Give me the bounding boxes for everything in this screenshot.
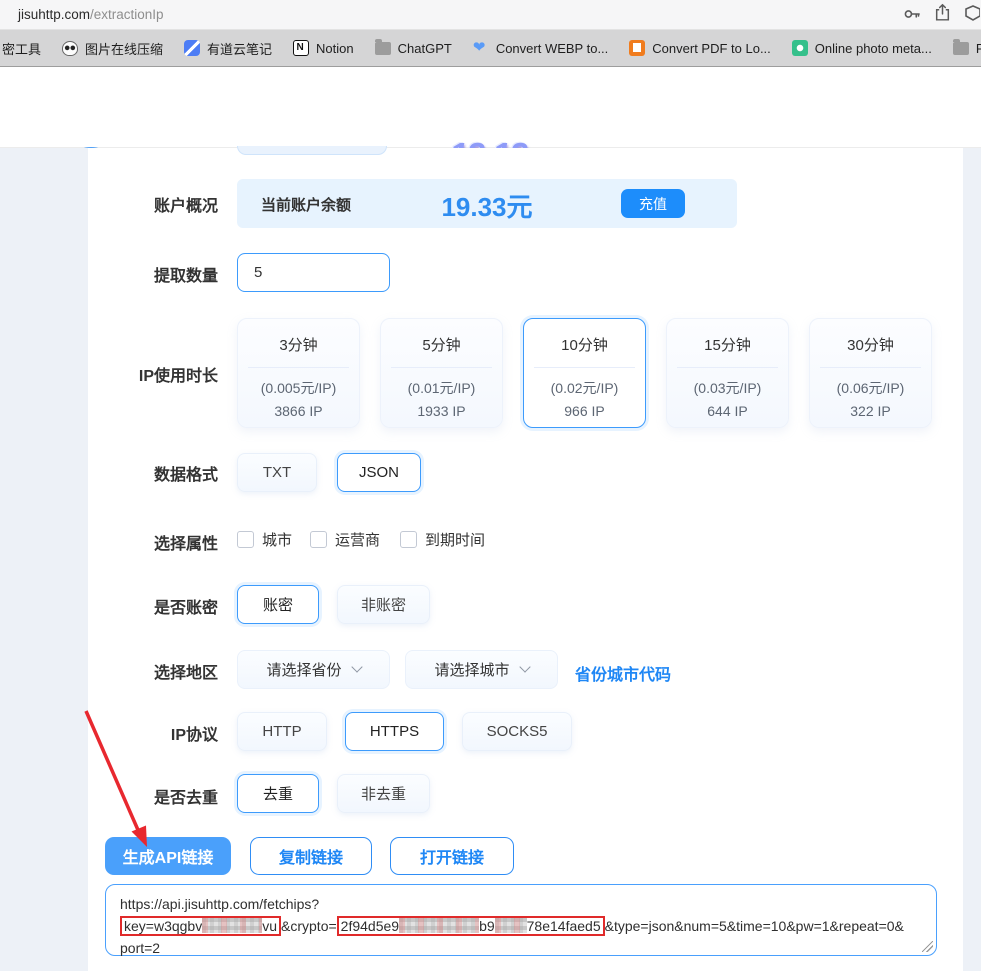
province-city-code-link[interactable]: 省份城市代码	[575, 661, 671, 685]
redacted-key-highlight: key=w3qgbv vu	[120, 916, 282, 936]
protocol-chip-http[interactable]: HTTP	[237, 712, 327, 751]
folder-icon	[374, 38, 391, 55]
duration-card-3min[interactable]: 3分钟 (0.005元/IP) 3866 IP	[237, 318, 360, 428]
protocol-chip-https-selected[interactable]: HTTPS	[345, 712, 444, 751]
clipped-field-above	[237, 146, 387, 155]
resize-handle-icon[interactable]	[922, 941, 933, 952]
balance-panel: 当前账户余额 19.33元 充值	[237, 179, 737, 228]
label-dedupe: 是否去重	[153, 790, 218, 807]
url-path: /extractionIp	[90, 7, 164, 22]
notion-icon	[293, 40, 310, 56]
chevron-down-icon	[518, 661, 531, 673]
checkbox-icon	[237, 531, 254, 548]
label-attributes: 选择属性	[153, 536, 218, 553]
label-auth-mode: 是否账密	[153, 600, 218, 617]
label-region: 选择地区	[153, 665, 218, 682]
province-select[interactable]: 请选择省份	[237, 650, 390, 689]
format-chip-txt[interactable]: TXT	[237, 453, 317, 492]
bookmark-item[interactable]: 图片在线压缩	[62, 39, 163, 58]
bookmark-item[interactable]: Notion	[293, 40, 354, 56]
share-icon[interactable]	[935, 3, 950, 27]
api-url-line1: https://api.jisuhttp.com/fetchips?	[120, 896, 320, 912]
extension-icon[interactable]	[964, 4, 981, 26]
recharge-button[interactable]: 充值	[621, 189, 685, 218]
dedupe-chip-no[interactable]: 非去重	[337, 774, 430, 813]
api-url-line2: key=w3qgbv vu &crypto= 2f94d5e9 b9 78e14faed5…	[120, 915, 922, 937]
url-domain: jisuhttp.com	[18, 7, 91, 22]
bookmark-item[interactable]: Convert PDF to Lo...	[629, 40, 771, 56]
duration-card-10min-selected[interactable]: 10分钟 (0.02元/IP) 966 IP	[523, 318, 646, 428]
chevron-down-icon	[350, 661, 363, 673]
label-duration: IP使用时长	[138, 368, 218, 385]
duration-card-30min[interactable]: 30分钟 (0.06元/IP) 322 IP	[809, 318, 932, 428]
pdf-doc-icon	[629, 40, 646, 56]
auth-chip-no-credential[interactable]: 非账密	[337, 585, 430, 624]
site-header: 极速HTTP Extreme speed 首页 IP提取 帮助中心 企业服务 推…	[0, 67, 981, 207]
api-url-textarea[interactable]: https://api.jisuhttp.com/fetchips? key=w…	[105, 884, 937, 956]
duration-card-15min[interactable]: 15分钟 (0.03元/IP) 644 IP	[666, 318, 789, 428]
pixelated-redaction	[494, 918, 527, 933]
auth-chip-credential-selected[interactable]: 账密	[237, 585, 319, 624]
bookmark-item[interactable]: Convert WEBP to...	[473, 38, 608, 56]
heart-icon	[473, 38, 489, 56]
label-protocol: IP协议	[170, 727, 218, 744]
dedupe-chip-yes-selected[interactable]: 去重	[237, 774, 319, 813]
checkbox-city[interactable]: 城市	[237, 529, 292, 550]
copy-link-button[interactable]: 复制链接	[250, 837, 372, 875]
protocol-chip-socks5[interactable]: SOCKS5	[462, 712, 572, 751]
pixelated-redaction	[202, 918, 263, 933]
pixelated-redaction	[399, 918, 480, 933]
bookmark-item[interactable]: 密工具	[2, 39, 41, 58]
format-chip-json-selected[interactable]: JSON	[337, 453, 421, 492]
label-data-format: 数据格式	[153, 467, 218, 484]
label-account-overview: 账户概况	[153, 198, 218, 215]
browser-toolbar: jisuhttp.com/extractionIp	[0, 0, 981, 30]
redacted-crypto-highlight: 2f94d5e9 b9 78e14faed5	[336, 916, 605, 936]
panda-icon	[62, 40, 79, 56]
duration-card-5min[interactable]: 5分钟 (0.01元/IP) 1933 IP	[380, 318, 503, 428]
quantity-input[interactable]	[237, 253, 390, 292]
bookmark-item[interactable]: ChatGPT	[374, 38, 452, 56]
youdao-note-icon	[184, 40, 201, 56]
generate-api-link-button[interactable]: 生成API链接	[105, 837, 231, 875]
city-select[interactable]: 请选择城市	[405, 650, 558, 689]
bookmark-item[interactable]: Online photo meta...	[791, 40, 932, 56]
api-url-line3: port=2	[120, 940, 161, 956]
checkbox-isp[interactable]: 运营商	[310, 529, 380, 550]
bookmarks-bar: 密工具 图片在线压缩 有道云笔记 Notion ChatGPT Convert …	[0, 30, 981, 67]
label-quantity: 提取数量	[153, 268, 218, 285]
checkbox-icon	[310, 531, 327, 548]
password-key-icon[interactable]	[903, 6, 921, 27]
checkbox-expire-time[interactable]: 到期时间	[400, 529, 485, 550]
folder-icon	[952, 38, 969, 55]
bookmark-item[interactable]: Relakkes	[952, 38, 981, 56]
checkbox-icon	[400, 531, 417, 548]
open-link-button[interactable]: 打开链接	[390, 837, 514, 875]
address-bar[interactable]: jisuhttp.com/extractionIp	[18, 7, 164, 22]
photo-icon	[791, 40, 808, 56]
bookmark-item[interactable]: 有道云笔记	[184, 39, 272, 58]
